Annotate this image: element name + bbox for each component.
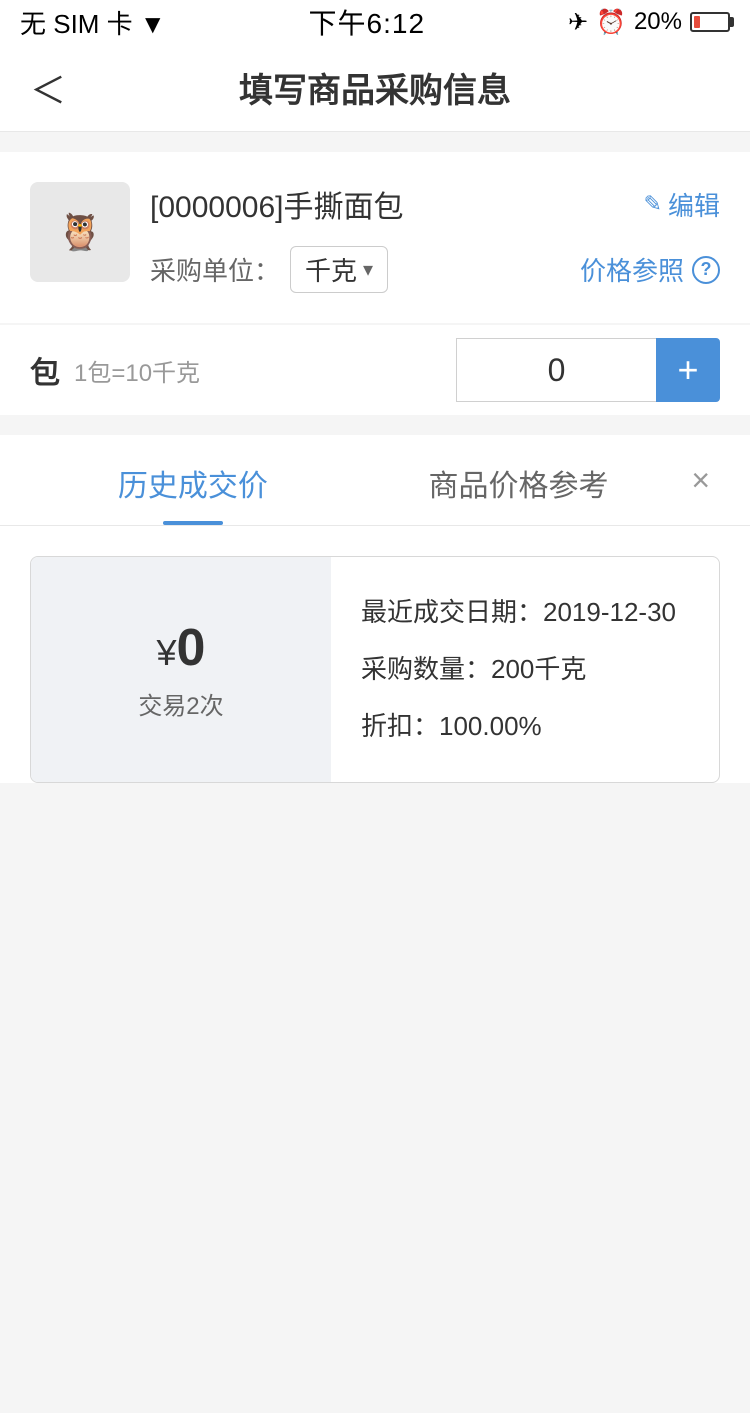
close-button[interactable]: × — [681, 442, 720, 519]
status-bar: 无 SIM 卡 ▼ 下午6:12 ✈ ⏰ 20% — [0, 0, 750, 44]
nav-header: ＜ 填写商品采购信息 — [0, 44, 750, 132]
battery-icon — [690, 12, 730, 32]
price-ref-button[interactable]: 价格参照 ? — [580, 251, 720, 288]
price-value: 0 — [177, 619, 206, 677]
price-card-right: 最近成交日期：2019-12-30 采购数量：200千克 折扣：100.00% — [331, 557, 719, 782]
recent-date-label: 最近成交日期： — [361, 597, 543, 627]
tab-market[interactable]: 商品价格参考 — [356, 435, 682, 525]
location-icon: ✈ — [568, 8, 588, 37]
battery-fill — [694, 16, 700, 28]
alarm-icon: ⏰ — [596, 8, 626, 37]
product-image: 🦉 — [30, 182, 130, 282]
tabs-header: 历史成交价 商品价格参考 × — [0, 435, 750, 526]
unit-select[interactable]: 千克 ▾ — [290, 246, 388, 293]
price-amount: ¥0 — [157, 618, 206, 678]
quantity-left: 包 1包=10千克 — [30, 348, 200, 392]
discount-value: 100.00% — [439, 711, 542, 741]
main-content — [0, 813, 750, 1413]
recent-date-value: 2019-12-30 — [543, 597, 676, 627]
price-card-left: ¥0 交易2次 — [31, 557, 331, 782]
product-info: [0000006]手撕面包 ✎ 编辑 采购单位： 千克 ▾ 价格参照 ? — [150, 182, 720, 293]
product-name: [0000006]手撕面包 — [150, 182, 403, 226]
tab-history[interactable]: 历史成交价 — [30, 435, 356, 525]
quantity-input[interactable] — [456, 338, 656, 402]
product-thumbnail-icon: 🦉 — [58, 211, 103, 253]
qty-unit: 包 — [30, 348, 60, 392]
qty-conversion: 1包=10千克 — [74, 353, 200, 388]
currency-symbol: ¥ — [157, 632, 177, 673]
discount-label: 折扣： — [361, 711, 439, 741]
purchase-qty-label: 采购数量： — [361, 654, 491, 684]
quantity-section: 包 1包=10千克 + — [0, 325, 750, 415]
back-button[interactable]: ＜ — [30, 52, 76, 124]
purchase-qty-row: 采购数量：200千克 — [361, 650, 689, 689]
purchase-qty-value: 200千克 — [491, 654, 586, 684]
tabs-section: 历史成交价 商品价格参考 × ¥0 交易2次 最近成交日期：2019-12-30… — [0, 435, 750, 783]
page-title: 填写商品采购信息 — [239, 63, 511, 112]
dropdown-arrow-icon: ▾ — [363, 257, 373, 282]
unit-value: 千克 — [305, 251, 357, 288]
edit-icon: ✎ — [644, 191, 662, 217]
unit-row: 采购单位： 千克 ▾ 价格参照 ? — [150, 246, 720, 293]
discount-row: 折扣：100.00% — [361, 707, 689, 746]
status-right: ✈ ⏰ 20% — [568, 8, 730, 37]
qty-plus-button[interactable]: + — [656, 338, 720, 402]
edit-button[interactable]: ✎ 编辑 — [644, 186, 720, 223]
status-time: 下午6:12 — [309, 2, 426, 42]
product-name-row: [0000006]手撕面包 ✎ 编辑 — [150, 182, 720, 226]
sim-status: 无 SIM 卡 ▼ — [20, 4, 166, 41]
product-section: 🦉 [0000006]手撕面包 ✎ 编辑 采购单位： 千克 ▾ 价格参照 ? — [0, 152, 750, 323]
price-card: ¥0 交易2次 最近成交日期：2019-12-30 采购数量：200千克 折扣：… — [30, 556, 720, 783]
recent-date-row: 最近成交日期：2019-12-30 — [361, 593, 689, 632]
battery-percent: 20% — [634, 8, 682, 36]
trade-count: 交易2次 — [138, 686, 223, 721]
unit-label: 采购单位： — [150, 251, 280, 288]
info-icon: ? — [692, 256, 720, 284]
edit-label: 编辑 — [668, 186, 720, 223]
quantity-right: + — [456, 338, 720, 402]
status-left: 无 SIM 卡 ▼ — [20, 4, 166, 41]
price-ref-label: 价格参照 — [580, 251, 684, 288]
